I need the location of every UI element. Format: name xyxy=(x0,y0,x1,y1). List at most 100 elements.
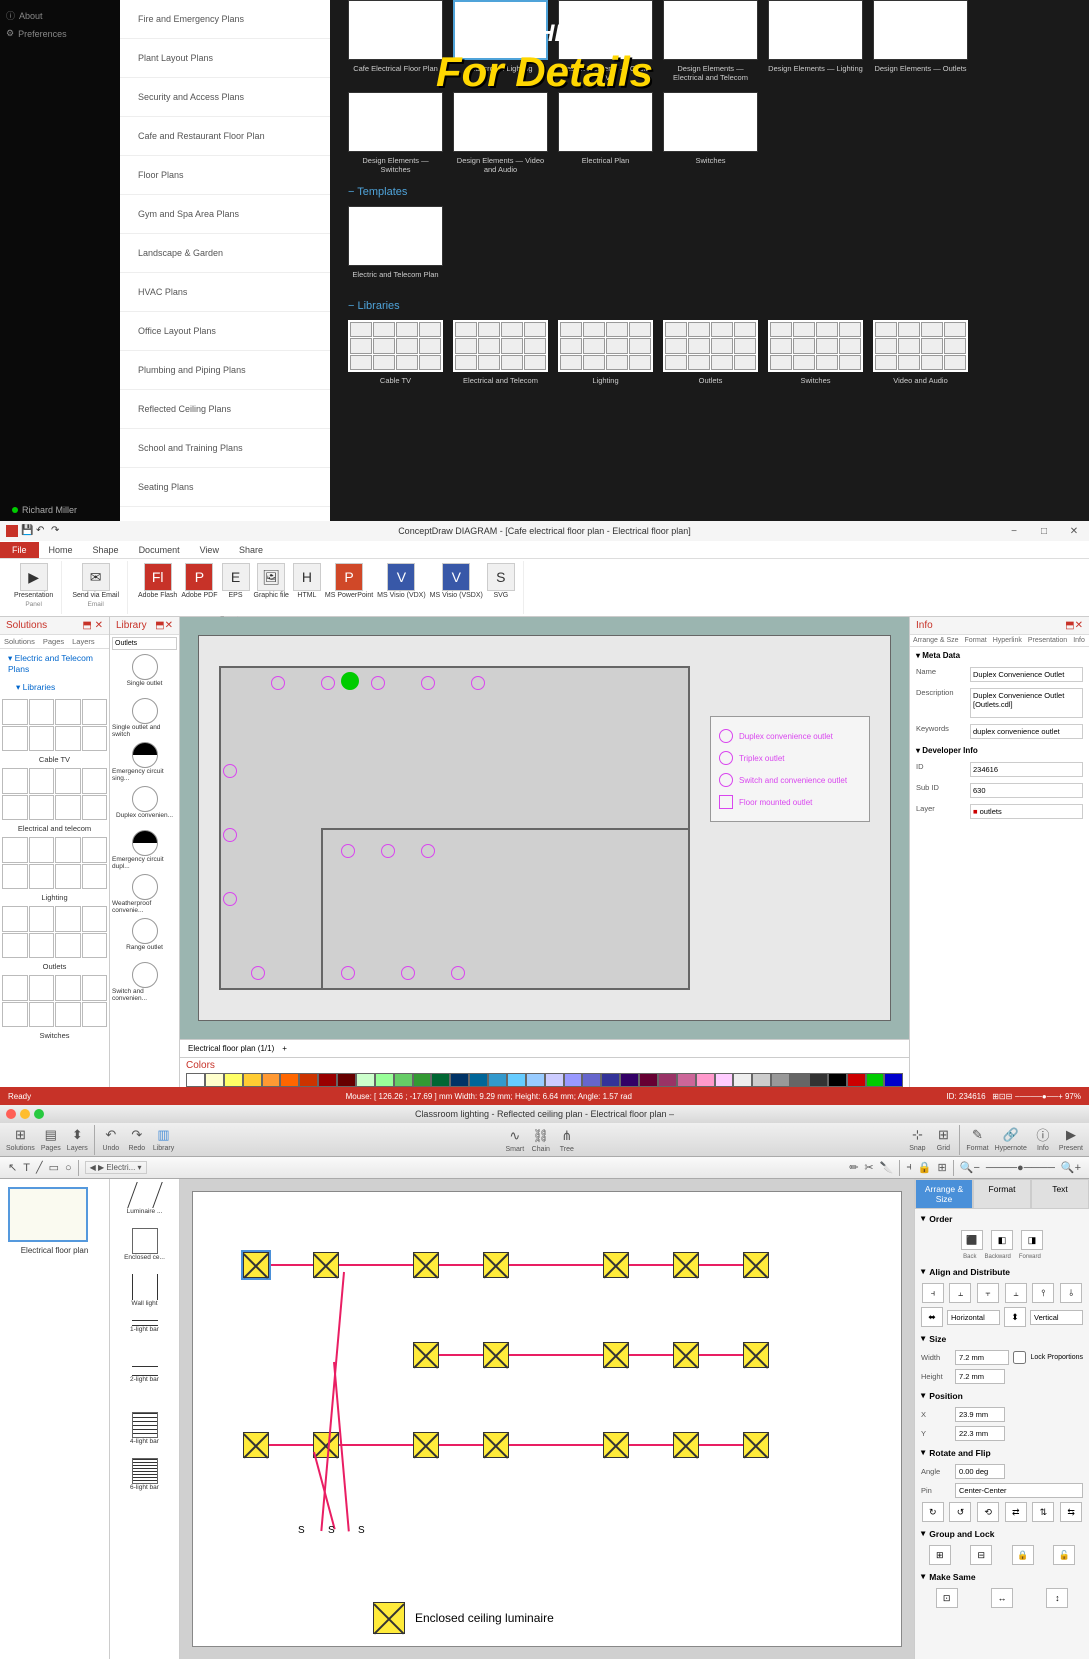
library-dropdown[interactable]: ◀ ▶ Electri... ▾ xyxy=(85,1161,147,1174)
nav-item[interactable]: Gym and Spa Area Plans xyxy=(120,195,330,234)
luminaire[interactable] xyxy=(483,1252,509,1278)
text-tab[interactable]: Text xyxy=(1031,1179,1089,1209)
luminaire[interactable] xyxy=(483,1342,509,1368)
outlet[interactable] xyxy=(341,966,355,980)
pin-icon[interactable]: ⬒✕ xyxy=(1065,620,1083,631)
sample-tile[interactable]: Classroom Lighting xyxy=(453,0,548,82)
height-field[interactable]: 7.2 mm xyxy=(955,1369,1005,1384)
flash-button[interactable]: FlAdobe Flash xyxy=(136,561,179,601)
solution-tree-item[interactable]: ▾ Libraries xyxy=(0,678,109,697)
undo-icon[interactable]: ↶ xyxy=(36,525,48,537)
redo-button[interactable]: ↷Redo xyxy=(127,1125,147,1155)
sol-tab[interactable]: Layers xyxy=(68,635,99,648)
rotate-ccw[interactable]: ↺ xyxy=(949,1502,971,1522)
solution-tree-item[interactable]: ▾ Electric and Telecom Plans xyxy=(0,649,109,678)
save-icon[interactable]: 💾 xyxy=(21,525,33,537)
present-button[interactable]: ▶Present xyxy=(1059,1125,1083,1155)
outlet[interactable] xyxy=(223,764,237,778)
solutions-button[interactable]: ⊞Solutions xyxy=(6,1125,35,1155)
pin-select[interactable]: Center-Center xyxy=(955,1483,1083,1498)
sol-tab[interactable]: Solutions xyxy=(0,635,39,648)
html-button[interactable]: HHTML xyxy=(291,561,323,601)
email-button[interactable]: ✉Send via Email xyxy=(70,561,121,601)
minimize-button[interactable] xyxy=(20,1109,30,1119)
outlet[interactable] xyxy=(421,844,435,858)
sample-tile[interactable]: Design Elements — Electrical and Telecom xyxy=(663,0,758,82)
shape-item[interactable]: Duplex convenien... xyxy=(110,784,179,828)
id-field[interactable]: 234616 xyxy=(970,762,1083,777)
same-size[interactable]: ⊡ xyxy=(936,1588,958,1608)
nav-item[interactable]: Fire and Emergency Plans xyxy=(120,0,330,39)
flip-v[interactable]: ⇅ xyxy=(1032,1502,1054,1522)
close-button[interactable]: ✕ xyxy=(1059,521,1089,541)
align-bottom[interactable]: ⫰ xyxy=(1060,1283,1082,1303)
sample-tile[interactable]: Cafe Electrical Floor Plan xyxy=(348,0,443,82)
shape-item[interactable]: 1-light bar xyxy=(110,1317,179,1363)
align-left[interactable]: ⫞ xyxy=(922,1283,944,1303)
page-thumbnail[interactable] xyxy=(8,1187,88,1242)
library-tile[interactable]: Switches xyxy=(768,320,863,394)
ribbon-tab[interactable]: Document xyxy=(129,542,190,558)
library-tile[interactable]: Video and Audio xyxy=(873,320,968,394)
vertical-select[interactable]: Vertical xyxy=(1030,1310,1083,1325)
flip-btn[interactable]: ⇄ xyxy=(1005,1502,1027,1522)
zoom-slider[interactable]: ────●──── xyxy=(986,1162,1055,1174)
svg-button[interactable]: SSVG xyxy=(485,561,517,601)
ungroup-btn[interactable]: ⊟ xyxy=(970,1545,992,1565)
luminaire[interactable] xyxy=(743,1342,769,1368)
graphic-button[interactable]: 🖼Graphic file xyxy=(252,561,291,601)
outlet[interactable] xyxy=(471,676,485,690)
shape-item[interactable]: Weatherproof convenie... xyxy=(110,872,179,916)
format-tab[interactable]: Format xyxy=(973,1179,1031,1209)
shape-item[interactable]: Single outlet xyxy=(110,652,179,696)
luminaire[interactable] xyxy=(743,1252,769,1278)
redo-icon[interactable]: ↷ xyxy=(51,525,63,537)
info-button[interactable]: ⓘInfo xyxy=(1033,1125,1053,1155)
luminaire[interactable] xyxy=(413,1432,439,1458)
info-tab[interactable]: Hyperlink xyxy=(990,635,1025,646)
library-tile[interactable]: Outlets xyxy=(663,320,758,394)
outlet[interactable] xyxy=(381,844,395,858)
eps-button[interactable]: EEPS xyxy=(220,561,252,601)
distribute-h[interactable]: ⬌ xyxy=(921,1307,943,1327)
sample-tile[interactable]: Switches xyxy=(663,92,758,174)
sample-tile[interactable]: Design Elements — Lighting xyxy=(768,0,863,82)
luminaire[interactable] xyxy=(673,1432,699,1458)
sol-tab[interactable]: Pages xyxy=(39,635,68,648)
canvas[interactable]: Duplex convenience outlet Triplex outlet… xyxy=(198,635,891,1021)
unlock-btn[interactable]: 🔓 xyxy=(1053,1545,1075,1565)
library-dropdown[interactable]: Outlets xyxy=(112,637,177,650)
nav-item[interactable]: Plumbing and Piping Plans xyxy=(120,351,330,390)
shape-item[interactable]: Emergency circuit dupl... xyxy=(110,828,179,872)
switch[interactable]: S xyxy=(298,1525,305,1536)
sample-tile[interactable]: Design Elements — Outlets xyxy=(873,0,968,82)
visio-vsdx-button[interactable]: VMS Visio (VSDX) xyxy=(428,561,485,601)
width-field[interactable]: 7.2 mm xyxy=(955,1350,1009,1365)
close-button[interactable] xyxy=(6,1109,16,1119)
x-field[interactable]: 23.9 mm xyxy=(955,1407,1005,1422)
shape-item[interactable]: Wall light xyxy=(110,1271,179,1317)
preferences-menu[interactable]: ⚙ Preferences xyxy=(6,25,114,42)
pages-button[interactable]: ▤Pages xyxy=(41,1125,61,1155)
nav-item[interactable]: School and Training Plans xyxy=(120,429,330,468)
color-swatch[interactable] xyxy=(186,1073,205,1087)
template-tile[interactable]: Electric and Telecom Plan xyxy=(348,206,443,288)
switch[interactable]: S xyxy=(328,1525,335,1536)
forward-button[interactable]: ◨ xyxy=(1021,1230,1043,1250)
align-center[interactable]: ⫠ xyxy=(949,1283,971,1303)
undo-button[interactable]: ↶Undo xyxy=(101,1125,121,1155)
minimize-button[interactable]: − xyxy=(999,521,1029,541)
same-height[interactable]: ↕ xyxy=(1046,1588,1068,1608)
about-menu[interactable]: ⓘ About xyxy=(6,6,114,25)
pen-tool[interactable]: ✏ xyxy=(849,1161,858,1174)
ribbon-tab[interactable]: Share xyxy=(229,542,273,558)
info-tab[interactable]: Arrange & Sze xyxy=(910,635,962,646)
zoom-out[interactable]: 🔍− xyxy=(960,1161,980,1174)
library-tile[interactable]: Electrical and Telecom xyxy=(453,320,548,394)
info-tab[interactable]: Info xyxy=(1070,635,1088,646)
hypernote-button[interactable]: 🔗Hypernote xyxy=(995,1125,1027,1155)
info-tab[interactable]: Format xyxy=(962,635,990,646)
library-button[interactable]: ▥Library xyxy=(153,1125,174,1155)
outlet[interactable] xyxy=(271,676,285,690)
pdf-button[interactable]: PAdobe PDF xyxy=(179,561,219,601)
